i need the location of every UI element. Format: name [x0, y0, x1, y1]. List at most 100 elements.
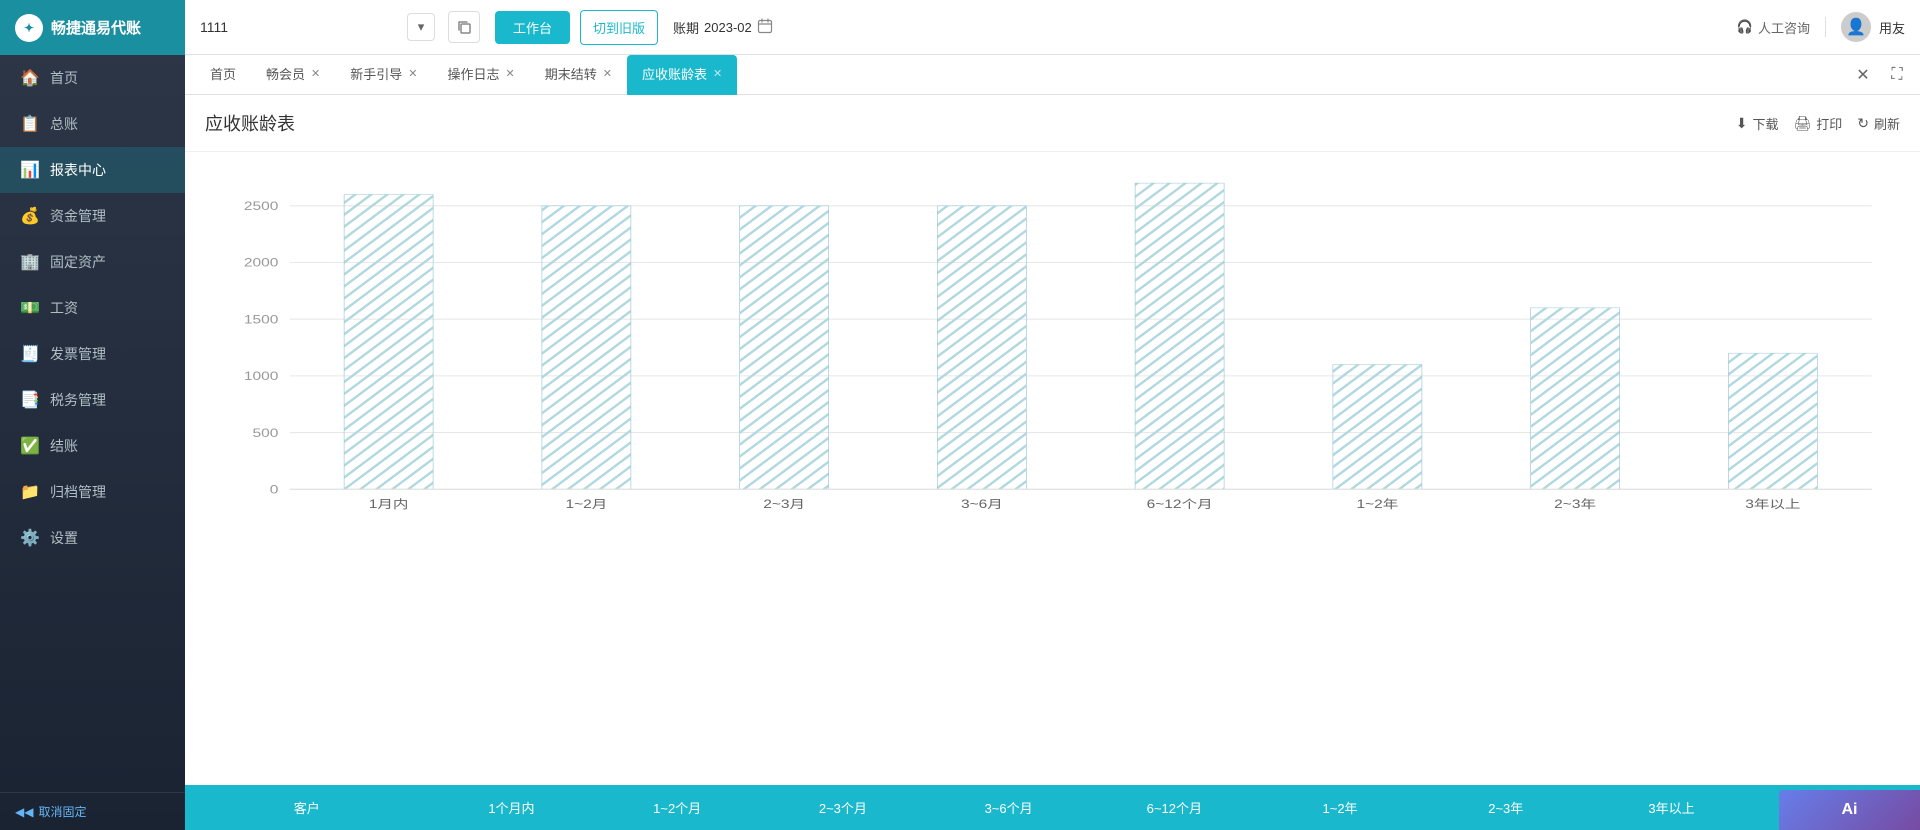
svg-text:3年以上: 3年以上 [1745, 498, 1801, 511]
header-right: 🎧 人工咨询 👤 用友 [1737, 12, 1905, 42]
reports-icon: 📊 [20, 160, 40, 180]
user-avatar: 👤 [1841, 12, 1871, 42]
workbench-button[interactable]: 工作台 [495, 11, 570, 44]
sidebar-label-settle: 结账 [50, 436, 78, 456]
invoice-icon: 🧾 [20, 344, 40, 364]
chart-area: 050010001500200025001月内1~2月2~3月3~6月6~12个… [185, 152, 1920, 785]
sidebar-item-settings[interactable]: ⚙️ 设置 [0, 515, 185, 561]
table-header-6: 1~2年 [1257, 798, 1423, 817]
tab-member[interactable]: 畅会员✕ [251, 55, 335, 95]
support-label: 人工咨询 [1758, 18, 1810, 37]
refresh-button[interactable]: ↻ 刷新 [1857, 114, 1900, 133]
sidebar-label-ledger: 总账 [50, 114, 78, 134]
app-logo: ✦ 畅捷通易代账 [0, 0, 185, 55]
payroll-icon: 💵 [20, 298, 40, 318]
tab-close-log[interactable]: ✕ [506, 67, 515, 80]
switch-version-button[interactable]: 切到旧版 [580, 10, 658, 45]
tab-home[interactable]: 首页 [195, 55, 251, 95]
svg-text:6~12个月: 6~12个月 [1147, 498, 1213, 511]
tab-label-log: 操作日志 [447, 64, 499, 83]
table-header-5: 6~12个月 [1091, 798, 1257, 817]
panel-actions: ⬇ 下载 🖨 打印 ↻ 刷新 [1736, 114, 1900, 133]
company-dropdown-btn[interactable]: ▾ [407, 13, 435, 41]
sidebar-item-invoice[interactable]: 🧾 发票管理 [0, 331, 185, 377]
panel-header: 应收账龄表 ⬇ 下载 🖨 打印 ↻ 刷新 [185, 95, 1920, 152]
svg-text:1~2年: 1~2年 [1356, 498, 1398, 511]
sidebar-label-tax: 税务管理 [50, 390, 106, 410]
svg-text:1000: 1000 [244, 370, 279, 383]
sidebar-label-archive: 归档管理 [50, 482, 106, 502]
ai-button[interactable]: Ai [1779, 790, 1920, 830]
tab-aging[interactable]: 应收账龄表 ✕ [627, 55, 737, 95]
period-info: 账期 2023-02 [673, 18, 773, 37]
user-menu[interactable]: 👤 用友 [1841, 12, 1905, 42]
sidebar-item-assets[interactable]: 🏢 固定资产 [0, 239, 185, 285]
cancel-fixed-label: 取消固定 [38, 803, 86, 820]
tab-close-guide[interactable]: ✕ [408, 67, 417, 80]
user-name: 用友 [1879, 18, 1905, 37]
tab-close-aging[interactable]: ✕ [713, 67, 722, 80]
company-name: 1111 [200, 19, 399, 35]
sidebar-item-settle[interactable]: ✅ 结账 [0, 423, 185, 469]
tab-label-period-end: 期末结转 [545, 64, 597, 83]
svg-text:1500: 1500 [244, 313, 279, 326]
sidebar-item-home[interactable]: 🏠 首页 [0, 55, 185, 101]
sidebar-item-payroll[interactable]: 💵 工资 [0, 285, 185, 331]
download-icon: ⬇ [1736, 115, 1748, 132]
company-selector: 1111 ▾ [200, 11, 480, 43]
period-label: 账期 [673, 18, 699, 37]
maximize-btn[interactable]: ⛶ [1884, 62, 1910, 88]
sidebar: ✦ 畅捷通易代账 🏠 首页 📋 总账 📊 报表中心 💰 资金管理 🏢 固定资产 … [0, 0, 185, 830]
ai-label: Ai [1842, 801, 1858, 819]
sidebar-label-reports: 报表中心 [50, 160, 106, 180]
content-panel: 应收账龄表 ⬇ 下载 🖨 打印 ↻ 刷新 [185, 95, 1920, 830]
svg-text:500: 500 [253, 427, 279, 440]
sidebar-label-home: 首页 [50, 68, 78, 88]
tab-period-end[interactable]: 期末结转 ✕ [530, 55, 627, 95]
table-header-4: 3~6个月 [926, 798, 1092, 817]
download-button[interactable]: ⬇ 下载 [1736, 114, 1779, 133]
sidebar-item-ledger[interactable]: 📋 总账 [0, 101, 185, 147]
bar-chart: 050010001500200025001月内1~2月2~3月3~6月6~12个… [205, 162, 1900, 542]
sidebar-item-funds[interactable]: 💰 资金管理 [0, 193, 185, 239]
tabs-actions: ✕ ⛶ [1850, 62, 1910, 88]
archive-icon: 📁 [20, 482, 40, 502]
home-icon: 🏠 [20, 68, 40, 88]
support-button[interactable]: 🎧 人工咨询 [1737, 18, 1810, 37]
table-header-1: 1个月内 [429, 798, 595, 817]
calendar-icon[interactable] [757, 18, 773, 37]
refresh-label: 刷新 [1874, 114, 1900, 133]
period-value: 2023-02 [704, 20, 752, 35]
cancel-fixed-btn[interactable]: ◀◀ 取消固定 [0, 792, 185, 830]
main-area: 1111 ▾ 工作台 切到旧版 账期 2023-02 � [185, 0, 1920, 830]
svg-text:0: 0 [270, 483, 279, 496]
sidebar-item-archive[interactable]: 📁 归档管理 [0, 469, 185, 515]
sidebar-item-reports[interactable]: 📊 报表中心 [0, 147, 185, 193]
print-button[interactable]: 🖨 打印 [1793, 114, 1842, 133]
sidebar-item-tax[interactable]: 📑 税务管理 [0, 377, 185, 423]
cancel-fixed-icon: ◀◀ [15, 805, 33, 819]
tab-label-aging: 应收账龄表 [642, 64, 707, 83]
table-header-7: 2~3年 [1423, 798, 1589, 817]
svg-text:3~6月: 3~6月 [961, 498, 1003, 511]
app-title: 畅捷通易代账 [51, 17, 141, 38]
tab-log[interactable]: 操作日志 ✕ [432, 55, 529, 95]
company-copy-btn[interactable] [448, 11, 480, 43]
table-header-3: 2~3个月 [760, 798, 926, 817]
svg-text:2~3月: 2~3月 [763, 498, 805, 511]
tab-close-member[interactable]: ✕ [311, 67, 320, 80]
top-header: 1111 ▾ 工作台 切到旧版 账期 2023-02 � [185, 0, 1920, 55]
assets-icon: 🏢 [20, 252, 40, 272]
page-title: 应收账龄表 [205, 110, 295, 136]
chart-container: 050010001500200025001月内1~2月2~3月3~6月6~12个… [205, 162, 1900, 542]
tab-label-home: 首页 [210, 64, 236, 83]
tab-close-period-end[interactable]: ✕ [603, 67, 612, 80]
tab-guide[interactable]: 新手引导✕ [335, 55, 432, 95]
table-header-8: 3年以上 [1589, 798, 1755, 817]
sidebar-label-assets: 固定资产 [50, 252, 106, 272]
headset-icon: 🎧 [1737, 19, 1753, 35]
svg-text:2000: 2000 [244, 257, 279, 270]
table-header-0: 客户 [185, 798, 429, 817]
funds-icon: 💰 [20, 206, 40, 226]
close-all-tabs-btn[interactable]: ✕ [1850, 62, 1876, 88]
